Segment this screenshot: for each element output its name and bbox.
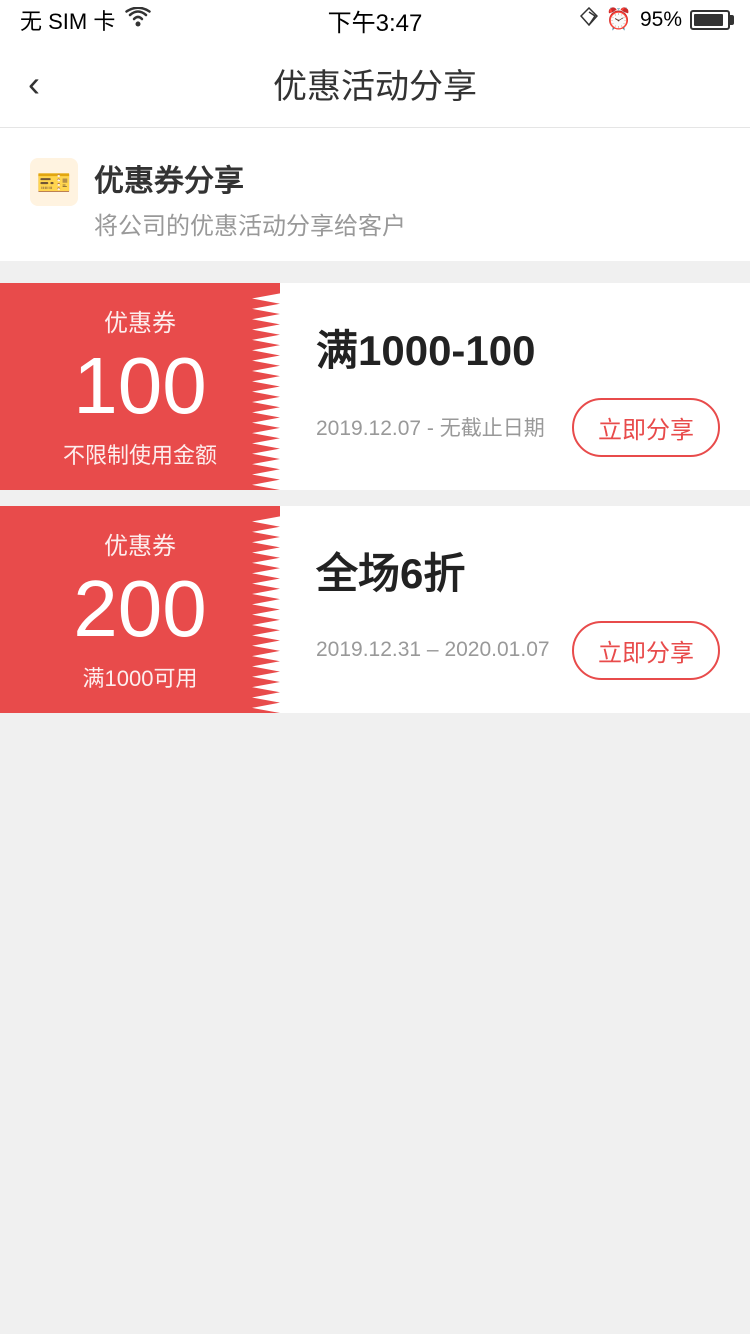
coupon-condition-0: 不限制使用金额: [63, 438, 217, 470]
section-title: 优惠券分享: [94, 156, 406, 200]
coupon-date-0: 2019.12.07 - 无截止日期: [316, 412, 545, 442]
coupon-right-1: 全场6折 2019.12.31 – 2020.01.07 立即分享: [280, 506, 750, 713]
section-header: 🎫 优惠券分享 将公司的优惠活动分享给客户: [0, 128, 750, 261]
share-button-1[interactable]: 立即分享: [572, 621, 720, 680]
battery-icon: [690, 10, 730, 30]
coupon-condition-1: 满1000可用: [83, 661, 198, 693]
coupon-card-0: 优惠券 100 不限制使用金额 满1000-100 2019.12.07 - 无…: [0, 283, 750, 490]
status-left: 无 SIM 卡: [20, 4, 151, 36]
coupon-label-1: 优惠券: [104, 526, 176, 561]
coupon-left-0: 优惠券 100 不限制使用金额: [0, 283, 280, 490]
page-title: 优惠活动分享: [273, 59, 477, 108]
share-button-0[interactable]: 立即分享: [572, 398, 720, 457]
battery-text: 95%: [640, 8, 682, 32]
section-text-block: 优惠券分享 将公司的优惠活动分享给客户: [94, 156, 406, 241]
nav-bar: ‹ 优惠活动分享: [0, 40, 750, 128]
coupon-left-1: 优惠券 200 满1000可用: [0, 506, 280, 713]
wifi-icon: [125, 7, 151, 33]
coupon-amount-0: 100: [73, 346, 206, 426]
svg-text:🎫: 🎫: [37, 167, 72, 198]
status-right: ⏰ 95%: [580, 7, 730, 33]
section-subtitle: 将公司的优惠活动分享给客户: [94, 206, 406, 241]
coupon-right-0: 满1000-100 2019.12.07 - 无截止日期 立即分享: [280, 283, 750, 490]
location-icon: [580, 7, 598, 33]
coupon-title-0: 满1000-100: [316, 317, 720, 378]
status-bar: 无 SIM 卡 下午3:47 ⏰ 95%: [0, 0, 750, 40]
status-time: 下午3:47: [328, 3, 423, 38]
empty-area: [0, 749, 750, 1329]
coupon-title-1: 全场6折: [316, 540, 720, 601]
coupon-label-0: 优惠券: [104, 303, 176, 338]
coupon-date-row-1: 2019.12.31 – 2020.01.07 立即分享: [316, 621, 720, 680]
content-area: 优惠券 100 不限制使用金额 满1000-100 2019.12.07 - 无…: [0, 263, 750, 749]
coupon-date-1: 2019.12.31 – 2020.01.07: [316, 638, 550, 662]
back-button[interactable]: ‹: [28, 63, 40, 105]
coupon-card-1: 优惠券 200 满1000可用 全场6折 2019.12.31 – 2020.0…: [0, 506, 750, 713]
alarm-icon: ⏰: [606, 8, 632, 32]
carrier-text: 无 SIM 卡: [20, 4, 115, 36]
coupon-share-icon: 🎫: [30, 158, 78, 206]
coupon-amount-1: 200: [73, 569, 206, 649]
coupon-date-row-0: 2019.12.07 - 无截止日期 立即分享: [316, 398, 720, 457]
